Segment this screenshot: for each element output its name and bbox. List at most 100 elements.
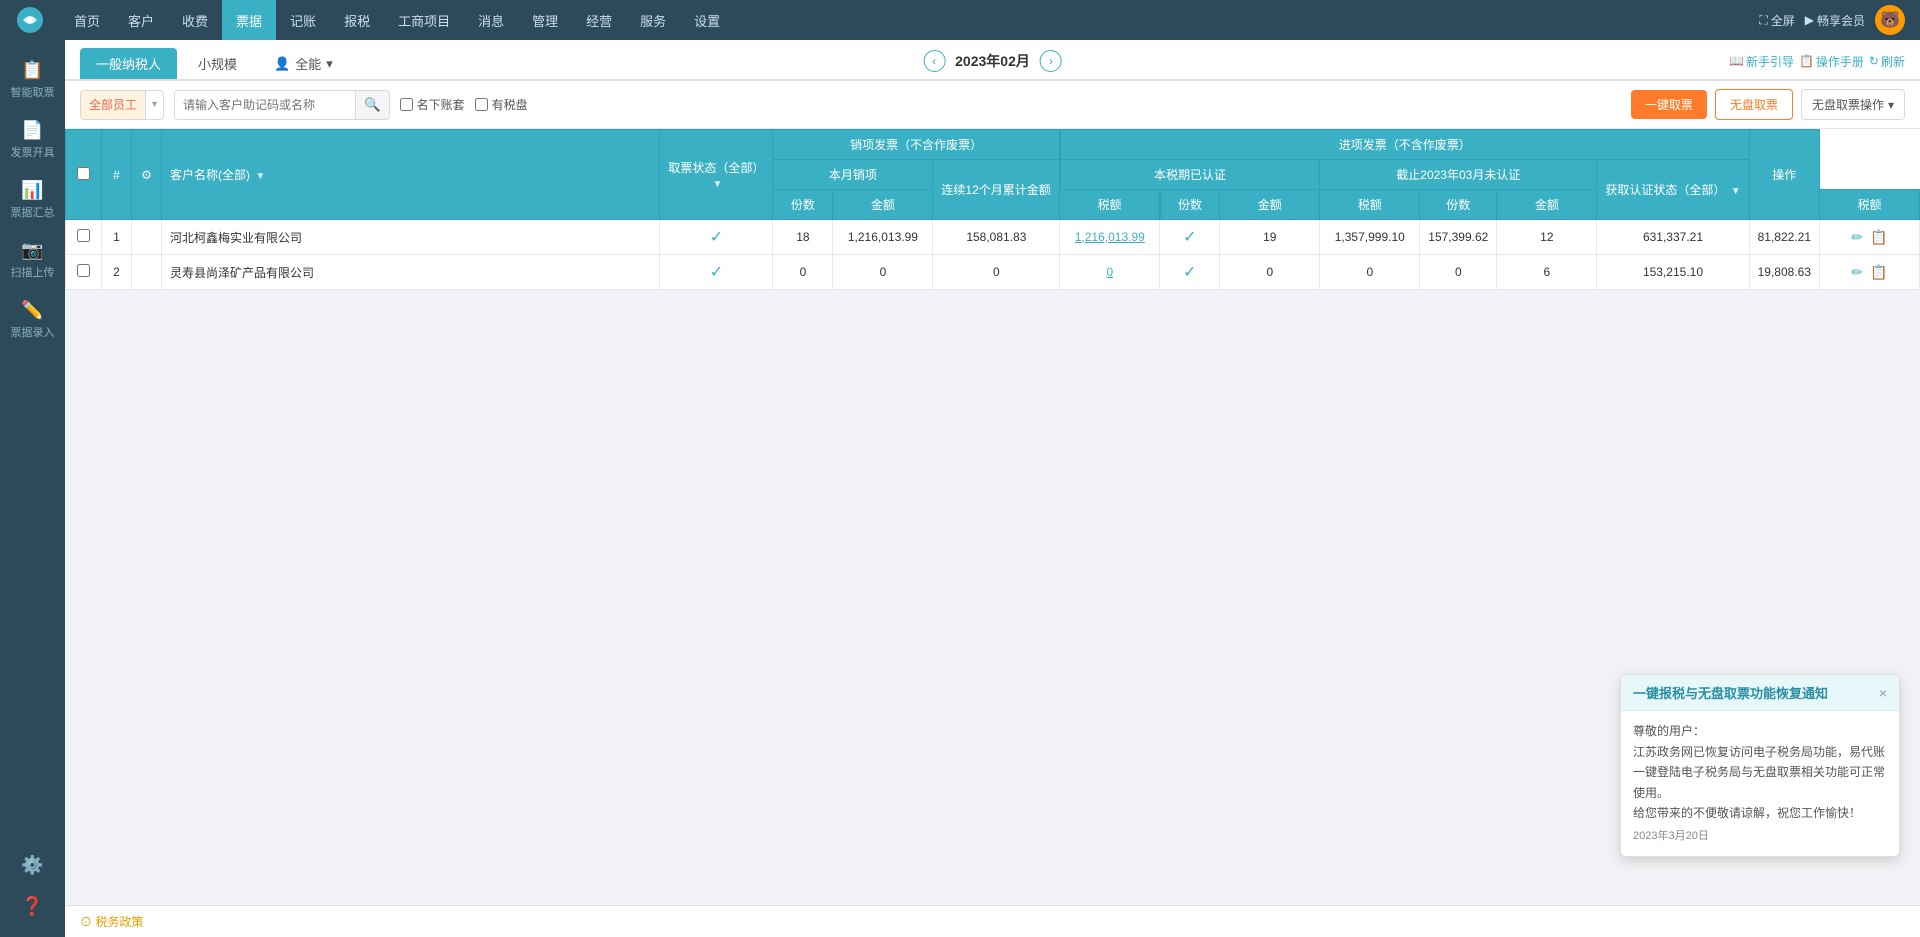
nav-tax[interactable]: 报税 [330, 0, 384, 40]
sidebar-bottom: ⚙️ ❓ [16, 845, 48, 937]
td-tax-2: 0 [933, 255, 1060, 290]
notification-popup: 一键报税与无盘取票功能恢复通知 × 尊敬的用户： 江苏政务网已恢复访问电子税务局… [1620, 674, 1900, 857]
user-avatar[interactable]: 🐻 [1875, 5, 1905, 35]
tax-policy-text: ⊙ 税务政策 [80, 913, 143, 930]
tax-policy-link[interactable]: ⊙ 税务政策 [80, 913, 143, 930]
notification-date: 2023年3月20日 [1633, 827, 1887, 846]
has-disk-checkbox[interactable] [475, 98, 488, 111]
td-amount-1: 1,216,013.99 [833, 220, 933, 255]
bottom-bar: ⊙ 税务政策 [65, 905, 1920, 937]
select-all-checkbox[interactable] [77, 167, 90, 180]
one-click-fetch-button[interactable]: 一键取票 [1631, 90, 1707, 119]
logo [10, 0, 50, 40]
tab-small-scale[interactable]: 小规模 [182, 48, 253, 79]
th-shares1: 份数 [773, 190, 833, 220]
td-tax-1: 158,081.83 [933, 220, 1060, 255]
nav-menu: 首页 客户 收费 票据 记账 报税 工商项目 消息 管理 经营 服务 设置 [60, 0, 1759, 40]
td-checkbox-2[interactable] [66, 255, 102, 290]
th-config-icon: ⚙ [132, 130, 162, 220]
td-cumulative-2[interactable]: 0 [1060, 255, 1160, 290]
td-fetch-status-2: ✓ [660, 255, 773, 290]
toolbar: 全部员工 ▾ 🔍 名下账套 有税盘 一键取票 无盘取票 无盘取票操作 ▾ [65, 81, 1920, 129]
td-cumulative-1[interactable]: 1,216,013.99 [1060, 220, 1160, 255]
td-cert-status-1: ✓ [1160, 220, 1220, 255]
no-disk-ops-button[interactable]: 无盘取票操作 ▾ [1801, 89, 1905, 120]
td-shares3-2: 6 [1497, 255, 1597, 290]
td-company-1: 河北柯鑫梅实业有限公司 [162, 220, 660, 255]
nav-business[interactable]: 工商项目 [384, 0, 464, 40]
th-monthly-sales: 本月销项 [773, 160, 933, 190]
manual-icon: 📋 [1799, 54, 1814, 68]
th-amount2: 金额 [1220, 190, 1320, 220]
new-guide-link[interactable]: 📖 新手引导 [1729, 53, 1794, 70]
search-wrap: 🔍 [174, 90, 390, 120]
nav-accounting[interactable]: 记账 [276, 0, 330, 40]
notification-close-button[interactable]: × [1879, 685, 1887, 701]
nav-invoice[interactable]: 票据 [222, 0, 276, 40]
th-cert-status: 获取认证状态（全部） ▼ [1597, 160, 1749, 220]
nav-message[interactable]: 消息 [464, 0, 518, 40]
sidebar-item-settings[interactable]: ⚙️ [16, 845, 48, 886]
detail-button-1[interactable]: 📋 [1870, 229, 1887, 246]
th-purchase-group: 进项发票（不含作废票） [1060, 130, 1749, 160]
th-action: 操作 [1749, 130, 1819, 220]
invoice-summary-icon: 📊 [21, 180, 43, 201]
th-uncertified: 截止2023年03月未认证 [1320, 160, 1597, 190]
employee-select-label: 全部员工 [81, 91, 146, 119]
td-amount2-2: 0 [1320, 255, 1420, 290]
notification-text: 尊敬的用户： 江苏政务网已恢复访问电子税务局功能，易代账一键登陆电子税务局与无盘… [1633, 721, 1887, 823]
edit-button-1[interactable]: ✏ [1851, 229, 1863, 246]
td-tax2-2: 0 [1420, 255, 1497, 290]
nav-operation[interactable]: 经营 [572, 0, 626, 40]
td-icon-2 [132, 255, 162, 290]
th-company: 客户名称(全部) ▼ [162, 130, 660, 220]
td-amount2-1: 1,357,999.10 [1320, 220, 1420, 255]
fetch-status-filter-icon[interactable]: ▼ [712, 179, 722, 190]
nav-manage[interactable]: 管理 [518, 0, 572, 40]
detail-button-2[interactable]: 📋 [1870, 264, 1887, 281]
no-disk-fetch-button[interactable]: 无盘取票 [1715, 89, 1793, 120]
th-fetch-status: 取票状态（全部） ▼ [660, 130, 773, 220]
tab-general-taxpayer[interactable]: 一般纳税人 [80, 48, 177, 79]
fullscreen-button[interactable]: ⛶ 全屏 [1759, 12, 1794, 29]
nav-service[interactable]: 服务 [626, 0, 680, 40]
sidebar-item-invoice-summary[interactable]: 📊 票据汇总 [0, 170, 65, 230]
nav-fee[interactable]: 收费 [168, 0, 222, 40]
checkbox-has-disk[interactable]: 有税盘 [475, 96, 528, 113]
td-shares2-1: 19 [1220, 220, 1320, 255]
sidebar-item-invoice-open[interactable]: 📄 发票开具 [0, 110, 65, 170]
nav-customer[interactable]: 客户 [114, 0, 168, 40]
td-checkbox-1[interactable] [66, 220, 102, 255]
sidebar-item-scan-upload[interactable]: 📷 扫描上传 [0, 230, 65, 290]
refresh-link[interactable]: ↻ 刷新 [1869, 53, 1905, 70]
prev-month-button[interactable]: ‹ [923, 50, 945, 72]
cert-status-filter-icon[interactable]: ▼ [1731, 186, 1741, 197]
sidebar-item-smart-fetch[interactable]: 📋 智能取票 [0, 50, 65, 110]
nav-settings[interactable]: 设置 [680, 0, 734, 40]
employee-dropdown-arrow[interactable]: ▾ [146, 91, 163, 119]
tab-bar-actions: 📖 新手引导 📋 操作手册 ↻ 刷新 [1729, 53, 1905, 75]
nav-home[interactable]: 首页 [60, 0, 114, 40]
fullscreen-icon: ⛶ [1759, 13, 1767, 28]
th-amount1: 金额 [833, 190, 933, 220]
sub-account-checkbox[interactable] [400, 98, 413, 111]
search-input[interactable] [175, 91, 355, 119]
sidebar-item-invoice-entry[interactable]: ✏️ 票据录入 [0, 290, 65, 350]
company-filter-icon[interactable]: ▼ [255, 171, 265, 182]
data-table-wrap: # ⚙ 客户名称(全部) ▼ 取票状态（全部） ▼ 销项发票（不含作废票） 进项… [65, 129, 1920, 290]
sidebar-item-help[interactable]: ❓ [16, 886, 48, 927]
search-button[interactable]: 🔍 [355, 91, 389, 119]
td-cert-status-2: ✓ [1160, 255, 1220, 290]
table-row: 2 灵寿县尚泽矿产品有限公司 ✓ 0 0 0 0 ✓ 0 0 0 6 153,2… [66, 255, 1920, 290]
employee-select[interactable]: 全部员工 ▾ [80, 90, 164, 120]
checkbox-sub-account[interactable]: 名下账套 [400, 96, 465, 113]
nav-right-actions: ⛶ 全屏 ▶ 畅享会员 🐻 [1759, 5, 1920, 35]
manual-link[interactable]: 📋 操作手册 [1799, 53, 1864, 70]
member-button[interactable]: ▶ 畅享会员 [1805, 12, 1865, 29]
edit-button-2[interactable]: ✏ [1851, 264, 1863, 281]
tab-all[interactable]: 👤 全能 ▾ [258, 48, 349, 79]
th-tax1: 税额 [1060, 190, 1160, 220]
next-month-button[interactable]: › [1040, 50, 1062, 72]
cert-check-icon-1: ✓ [1183, 229, 1196, 246]
td-shares2-2: 0 [1220, 255, 1320, 290]
